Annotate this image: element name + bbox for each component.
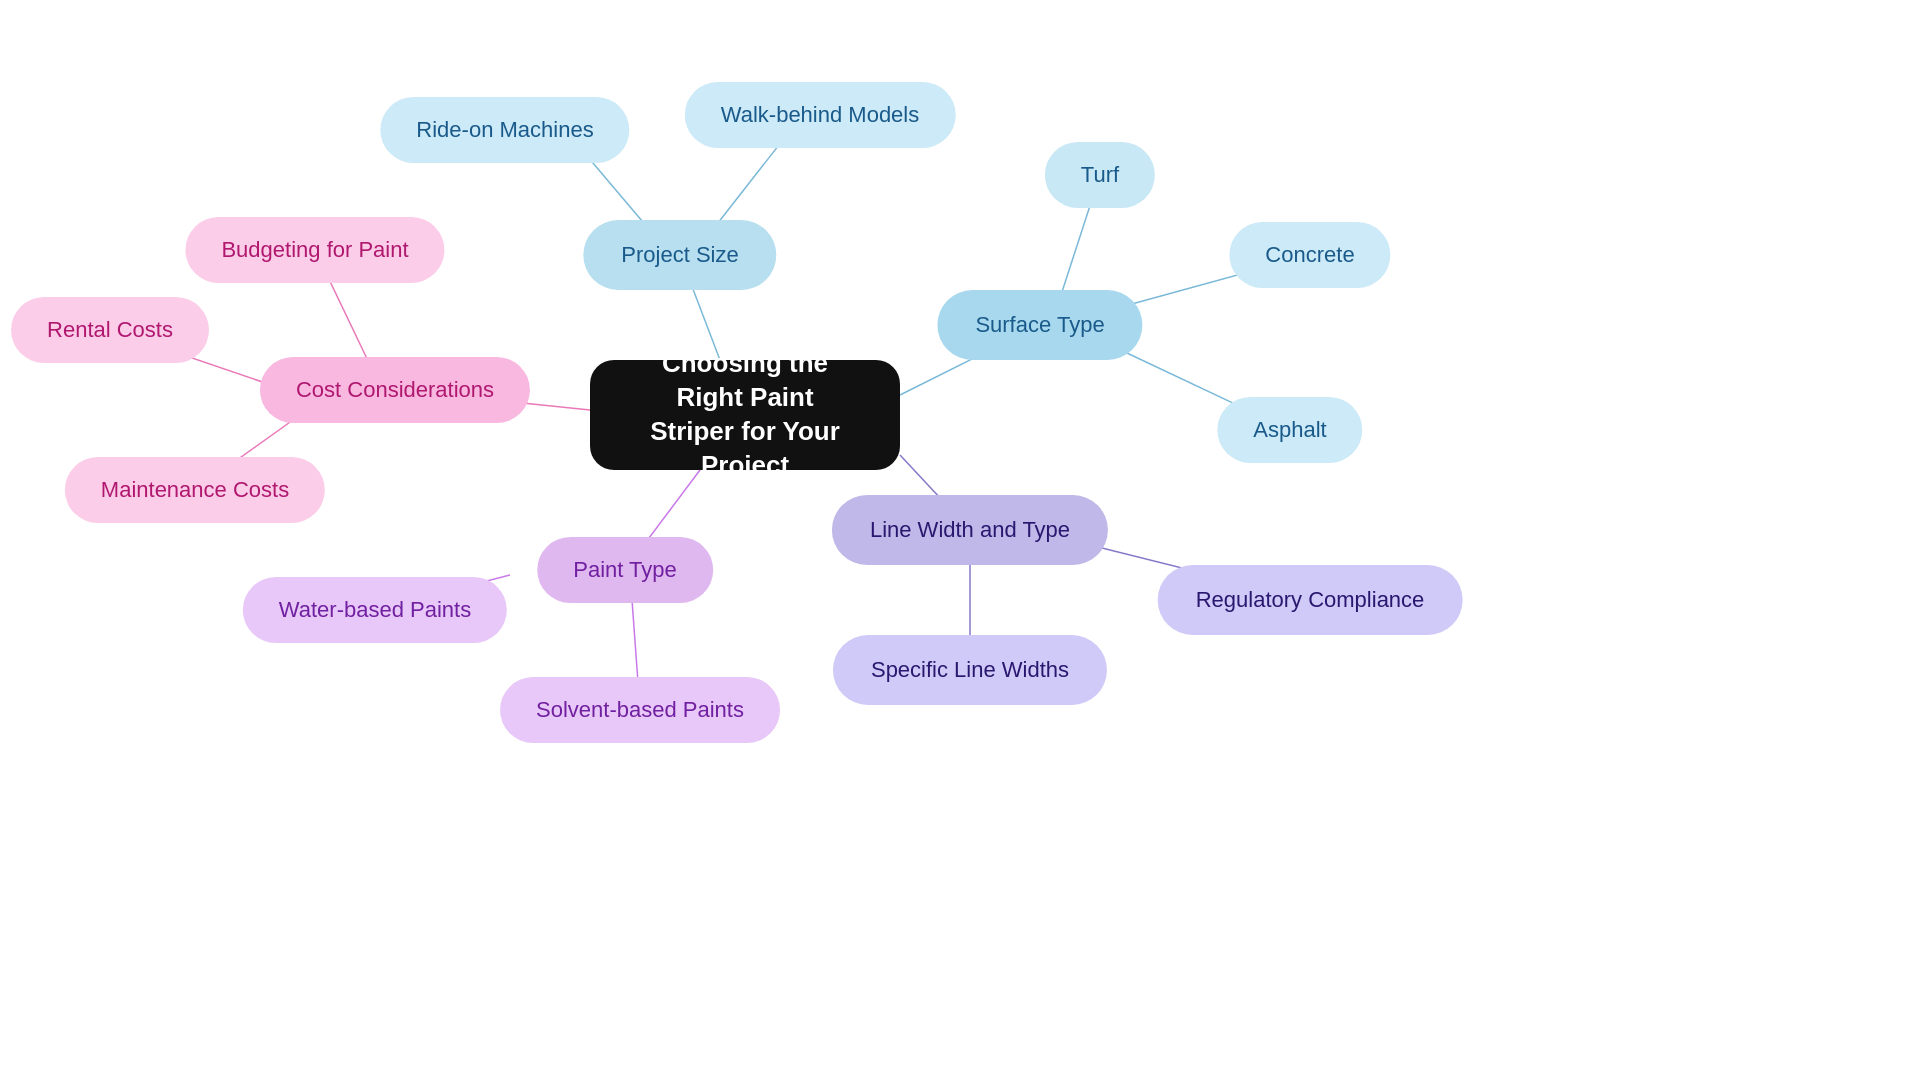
ride-on-node[interactable]: Ride-on Machines — [380, 97, 629, 163]
budgeting-node[interactable]: Budgeting for Paint — [185, 217, 444, 283]
project-size-node[interactable]: Project Size — [583, 220, 776, 290]
concrete-node[interactable]: Concrete — [1229, 222, 1390, 288]
regulatory-node[interactable]: Regulatory Compliance — [1158, 565, 1463, 635]
turf-node[interactable]: Turf — [1045, 142, 1155, 208]
cost-considerations-node[interactable]: Cost Considerations — [260, 357, 530, 423]
center-node[interactable]: Choosing the Right PaintStriper for Your… — [590, 360, 900, 470]
maintenance-costs-node[interactable]: Maintenance Costs — [65, 457, 325, 523]
walk-behind-node[interactable]: Walk-behind Models — [685, 82, 956, 148]
water-based-node[interactable]: Water-based Paints — [243, 577, 507, 643]
rental-costs-node[interactable]: Rental Costs — [11, 297, 209, 363]
solvent-based-node[interactable]: Solvent-based Paints — [500, 677, 780, 743]
surface-type-node[interactable]: Surface Type — [937, 290, 1142, 360]
line-width-node[interactable]: Line Width and Type — [832, 495, 1108, 565]
asphalt-node[interactable]: Asphalt — [1217, 397, 1362, 463]
paint-type-node[interactable]: Paint Type — [537, 537, 713, 603]
specific-widths-node[interactable]: Specific Line Widths — [833, 635, 1107, 705]
